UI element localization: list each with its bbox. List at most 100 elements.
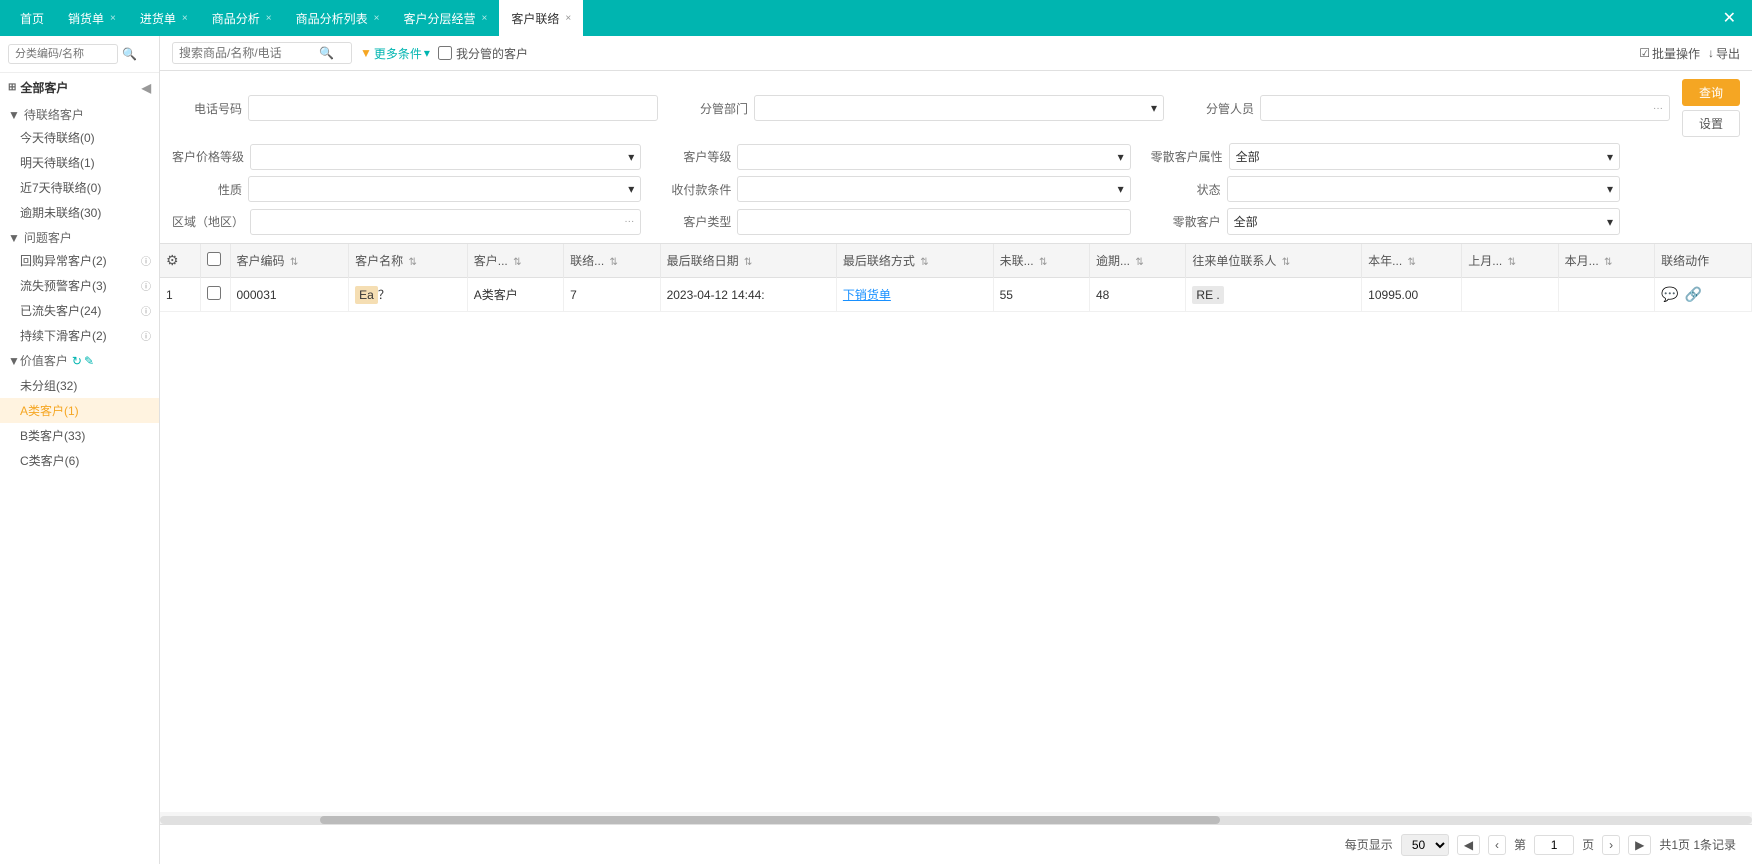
sidebar-item-lost-pre[interactable]: 流失预警客户(3) ⓘ (0, 273, 159, 298)
sort-category-icon[interactable]: ⇅ (513, 257, 521, 268)
window-close-button[interactable]: ✕ (1715, 8, 1744, 28)
nav-home[interactable]: 首页 (8, 0, 56, 36)
last-method-link[interactable]: 下销货单 (843, 288, 891, 302)
prev-page-button[interactable]: ‹ (1488, 835, 1506, 855)
customer-level-label: 客户等级 (661, 148, 731, 165)
sidebar-item-lost[interactable]: 已流失客户(24) ⓘ (0, 298, 159, 323)
nav-tab-sales[interactable]: 销货单 × (56, 0, 128, 36)
sort-uncontacted-icon[interactable]: ⇅ (1039, 257, 1047, 268)
sort-name-icon[interactable]: ⇅ (408, 257, 416, 268)
adv-filter-row-4: 区域（地区） ··· 客户类型 零散客户 全部 ▾ (172, 208, 1740, 235)
sort-last-method-icon[interactable]: ⇅ (920, 257, 928, 268)
th-last-month: 上月... ⇅ (1462, 244, 1558, 278)
close-sales-tab-icon[interactable]: × (110, 13, 116, 24)
sort-contacts-icon[interactable]: ⇅ (610, 257, 618, 268)
customer-type-input[interactable] (737, 209, 1130, 235)
sidebar-search-input[interactable] (8, 44, 118, 64)
last-page-button[interactable]: ▶ (1628, 835, 1651, 855)
edit-icon[interactable]: ✎ (84, 354, 94, 368)
all-customers-header[interactable]: ⊞ 全部客户 ◀ (0, 73, 159, 102)
batch-ops-button[interactable]: ☑ 批量操作 (1639, 45, 1700, 62)
sidebar-search-icon[interactable]: 🔍 (122, 47, 137, 61)
all-customers-label: 全部客户 (20, 79, 68, 96)
adv-filter-customer-type-cell: 客户类型 (661, 209, 1130, 235)
row-checkbox[interactable] (207, 286, 221, 300)
export-button[interactable]: ↓ 导出 (1708, 45, 1740, 62)
close-product-analysis-tab-icon[interactable]: × (266, 13, 272, 24)
status-select[interactable]: ▾ (1227, 176, 1620, 202)
th-code-label: 客户编码 (237, 254, 285, 268)
customer-level-select[interactable]: ▾ (737, 144, 1130, 170)
region-input[interactable]: ··· (250, 209, 641, 235)
cell-overdue: 48 (1090, 278, 1186, 312)
th-this-year: 本年... ⇅ (1362, 244, 1462, 278)
link-icon[interactable]: 🔗 (1685, 286, 1702, 303)
more-filters-button[interactable]: ▼ 更多条件 ▾ (360, 45, 430, 62)
price-level-select[interactable]: ▾ (250, 144, 641, 170)
nav-tab-product-analysis[interactable]: 商品分析 × (200, 0, 284, 36)
th-gear: ⚙ (160, 244, 200, 278)
sidebar-item-class-a[interactable]: A类客户(1) (0, 398, 159, 423)
horizontal-scrollbar[interactable] (160, 812, 1752, 824)
search-icon[interactable]: 🔍 (319, 46, 334, 60)
my-customers-checkbox[interactable] (438, 46, 452, 60)
select-all-checkbox[interactable] (207, 252, 221, 266)
close-customer-segment-tab-icon[interactable]: × (481, 13, 487, 24)
refresh-icon[interactable]: ↻ (72, 354, 82, 368)
adv-filter-person-cell: 分管人员 ··· (1184, 95, 1670, 121)
arrow-down-icon3: ▼ (8, 354, 20, 368)
close-customer-contact-tab-icon[interactable]: × (565, 13, 571, 24)
person-input[interactable]: ··· (1260, 95, 1670, 121)
sidebar-item-repeat-buy[interactable]: 回购异常客户(2) ⓘ (0, 248, 159, 273)
first-page-button[interactable]: ◀ (1457, 835, 1480, 855)
gear-settings-icon[interactable]: ⚙ (166, 252, 179, 268)
sidebar-search-area: 🔍 (0, 36, 159, 73)
row-actions-container: 💬 🔗 (1661, 286, 1745, 303)
sort-last-month-icon[interactable]: ⇅ (1508, 257, 1516, 268)
scrollbar-thumb[interactable] (320, 816, 1220, 824)
cell-category: A类客户 (467, 278, 563, 312)
page-input[interactable] (1534, 835, 1574, 855)
sidebar-item-class-c[interactable]: C类客户(6) (0, 448, 159, 473)
retail-attr-select[interactable]: 全部 ▾ (1229, 143, 1620, 170)
cell-contacts: 7 (564, 278, 660, 312)
next-page-button[interactable]: › (1602, 835, 1620, 855)
search-input[interactable] (179, 46, 319, 60)
adv-filter-row-3: 性质 ▾ 收付款条件 ▾ 状态 (172, 176, 1740, 202)
chat-icon[interactable]: 💬 (1661, 286, 1678, 303)
sidebar-item-class-b[interactable]: B类客户(33) (0, 423, 159, 448)
dept-select[interactable]: ▾ (754, 95, 1164, 121)
nature-select[interactable]: ▾ (248, 176, 641, 202)
collapse-icon[interactable]: ◀ (142, 81, 151, 95)
sidebar-item-keep[interactable]: 持续下滑客户(2) ⓘ (0, 323, 159, 348)
close-product-list-tab-icon[interactable]: × (374, 13, 380, 24)
advanced-filter-panel: 电话号码 分管部门 ▾ 分管人员 ··· (160, 71, 1752, 244)
sidebar-item-tomorrow[interactable]: 明天待联络(1) (0, 150, 159, 175)
retail-customer-select[interactable]: 全部 ▾ (1227, 208, 1620, 235)
sort-code-icon[interactable]: ⇅ (290, 257, 298, 268)
query-button[interactable]: 查询 (1682, 79, 1740, 106)
person-dots-icon: ··· (1653, 103, 1663, 114)
sort-company-contact-icon[interactable]: ⇅ (1282, 257, 1290, 268)
nav-tab-customer-contact[interactable]: 客户联络 × (499, 0, 583, 36)
settings-button[interactable]: 设置 (1682, 110, 1740, 137)
sort-overdue-icon[interactable]: ⇅ (1135, 257, 1143, 268)
retail-customer-label: 零散客户 (1151, 213, 1221, 230)
page-label: 第 (1514, 836, 1526, 853)
nav-tab-customer-segment[interactable]: 客户分层经营 × (391, 0, 499, 36)
sort-this-year-icon[interactable]: ⇅ (1408, 257, 1416, 268)
sort-this-month-icon[interactable]: ⇅ (1604, 257, 1612, 268)
nav-tab-purchase[interactable]: 进货单 × (128, 0, 200, 36)
phone-input[interactable] (248, 95, 658, 121)
sidebar-item-week[interactable]: 近7天待联络(0) (0, 175, 159, 200)
arrow-down-icon2: ▼ (8, 231, 20, 245)
payment-select[interactable]: ▾ (737, 176, 1130, 202)
close-purchase-tab-icon[interactable]: × (182, 13, 188, 24)
sidebar-item-unclassified[interactable]: 未分组(32) (0, 373, 159, 398)
sidebar-item-overdue[interactable]: 逾期未联络(30) (0, 200, 159, 225)
th-contacts: 联络... ⇅ (564, 244, 660, 278)
sort-last-date-icon[interactable]: ⇅ (744, 257, 752, 268)
sidebar-item-today[interactable]: 今天待联络(0) (0, 125, 159, 150)
page-size-select[interactable]: 50 (1401, 834, 1449, 856)
nav-tab-product-list[interactable]: 商品分析列表 × (284, 0, 392, 36)
